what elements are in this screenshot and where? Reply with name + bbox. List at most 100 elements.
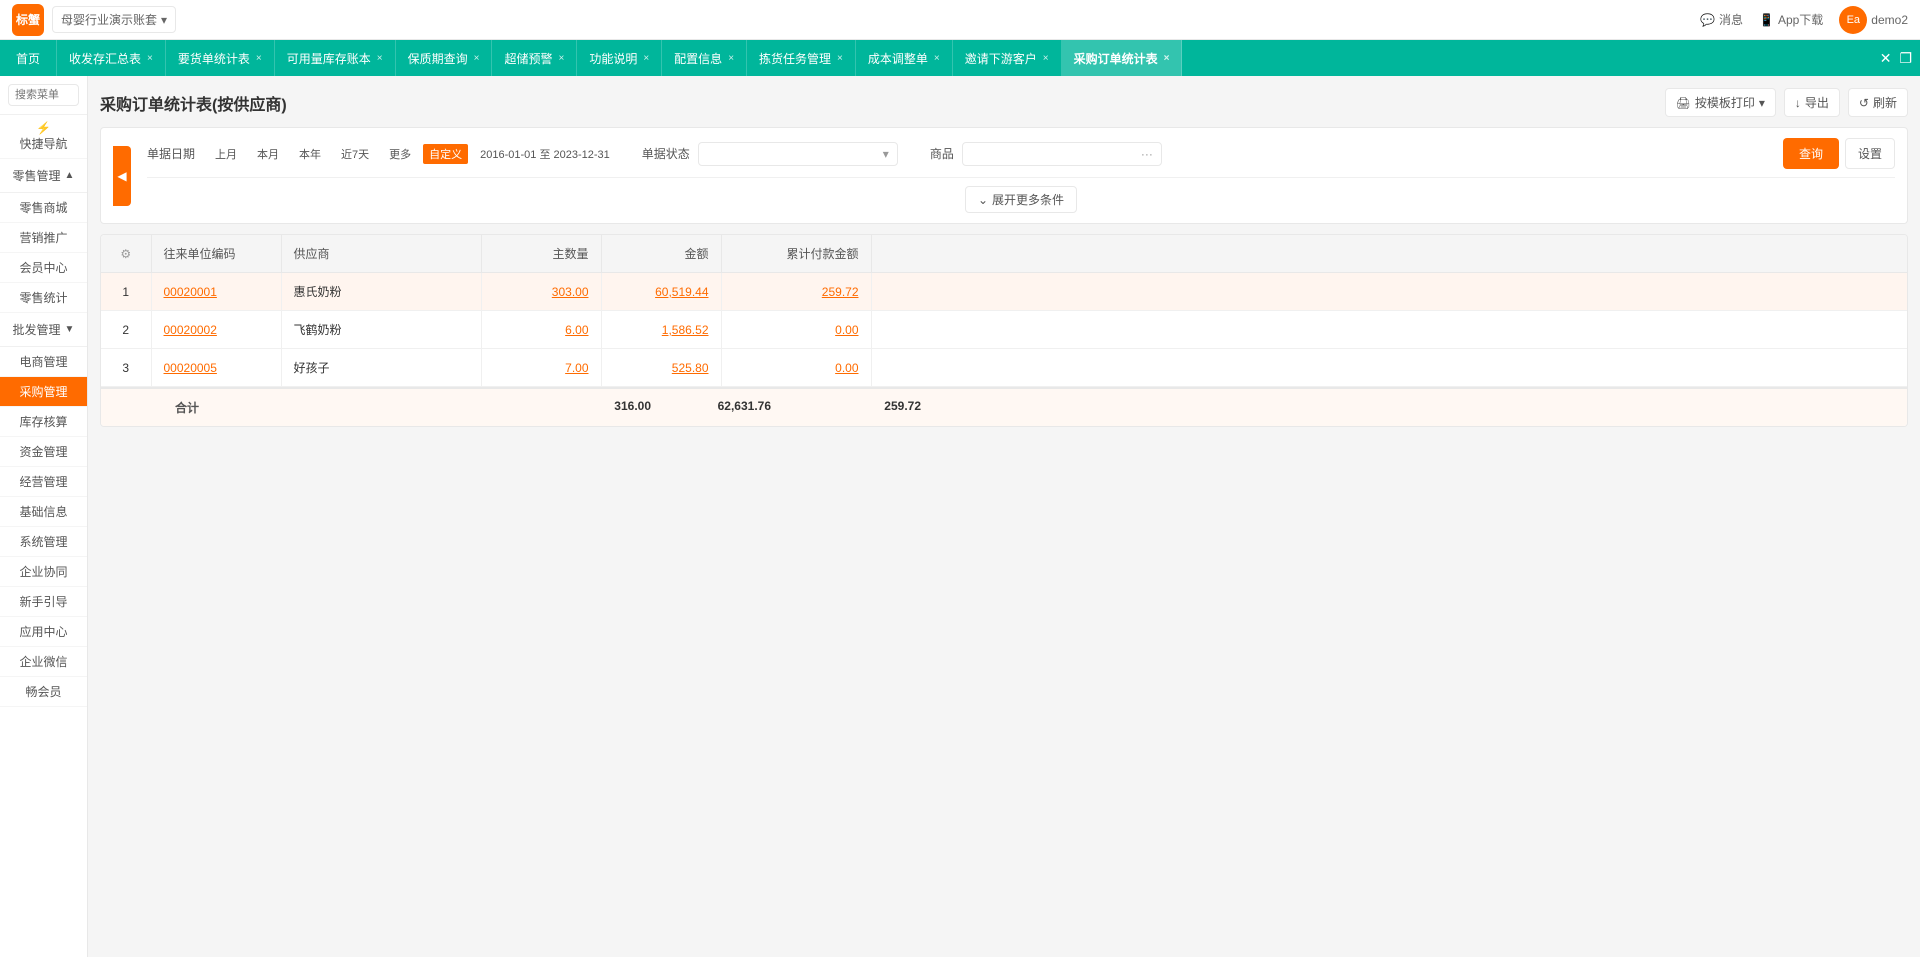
footer-label: 合计 [163, 399, 543, 416]
sidebar-item-inventory-check[interactable]: 库存核算 [0, 407, 87, 437]
amount-link-1[interactable]: 1,586.52 [662, 323, 709, 337]
tab-function-desc-close[interactable]: × [643, 53, 649, 64]
btn-query[interactable]: 查询 [1783, 138, 1839, 169]
tab-receive-summary-close[interactable]: × [147, 53, 153, 64]
date-custom-badge[interactable]: 自定义 [423, 144, 468, 164]
cell-paid-1: 0.00 [721, 311, 871, 349]
amount-link-0[interactable]: 60,519.44 [655, 285, 708, 299]
sidebar-item-quick-nav[interactable]: ⚡ 快捷导航 [0, 115, 87, 159]
tab-picking-tasks-close[interactable]: × [837, 53, 843, 64]
page-header: 采购订单统计表(按供应商) 🖨 按模板打印 ▾ ↓ 导出 ↺ 刷新 [100, 88, 1908, 117]
print-dropdown-icon: ▾ [1759, 96, 1765, 110]
sidebar-item-ecommerce-mgmt[interactable]: 电商管理 [0, 347, 87, 377]
tab-function-desc[interactable]: 功能说明 × [577, 40, 662, 76]
code-link-1[interactable]: 00020002 [164, 323, 217, 337]
sidebar-item-new-guide[interactable]: 新手引导 [0, 587, 87, 617]
cell-code-0: 00020001 [151, 273, 281, 311]
sidebar-item-purchase-mgmt[interactable]: 采购管理 [0, 377, 87, 407]
sidebar-item-app-center[interactable]: 应用中心 [0, 617, 87, 647]
sidebar-item-retail-stats[interactable]: 零售统计 [0, 283, 87, 313]
tab-overstock-warning[interactable]: 超储预警 × [492, 40, 577, 76]
cell-seq-2: 3 [101, 349, 151, 387]
paid-link-1[interactable]: 0.00 [835, 323, 858, 337]
tab-restore-icon[interactable]: ❐ [1899, 50, 1912, 67]
sidebar-item-operation-mgmt[interactable]: 经营管理 [0, 467, 87, 497]
tab-picking-tasks[interactable]: 拣货任务管理 × [747, 40, 856, 76]
product-label: 商品 [930, 145, 954, 162]
btn-template-print[interactable]: 🖨 按模板打印 ▾ [1665, 88, 1776, 117]
sidebar-item-marketing[interactable]: 营销推广 [0, 223, 87, 253]
tab-overstock-warning-close[interactable]: × [558, 53, 564, 64]
date-shortcut-this-month[interactable]: 本月 [249, 144, 287, 164]
sidebar-item-retail-store[interactable]: 零售商城 [0, 193, 87, 223]
btn-settings[interactable]: 设置 [1845, 138, 1895, 169]
tab-warranty-query-close[interactable]: × [474, 53, 480, 64]
table-row: 1 00020001 惠氏奶粉 303.00 60,519.44 259.72 [101, 273, 1907, 311]
sidebar-item-enterprise-wechat[interactable]: 企业微信 [0, 647, 87, 677]
amount-link-2[interactable]: 525.80 [672, 361, 709, 375]
page-title: 采购订单统计表(按供应商) [100, 91, 287, 115]
tab-config-info[interactable]: 配置信息 × [662, 40, 747, 76]
sidebar-item-wholesale-mgmt[interactable]: 批发管理 ▼ [0, 313, 87, 347]
message-btn[interactable]: 💬 消息 [1700, 11, 1743, 28]
filter-collapse-btn[interactable]: ◀ [113, 146, 131, 206]
sidebar-item-member-center[interactable]: 会员中心 [0, 253, 87, 283]
tab-purchase-stat-close[interactable]: × [1164, 53, 1170, 64]
sidebar-item-system-mgmt[interactable]: 系统管理 [0, 527, 87, 557]
sidebar-item-basic-info[interactable]: 基础信息 [0, 497, 87, 527]
user-area[interactable]: Ea demo2 [1839, 6, 1908, 34]
logo-text: 标蟹 [16, 11, 40, 28]
tab-home[interactable]: 首页 [0, 40, 57, 76]
btn-expand-more[interactable]: ⌄ 展开更多条件 [965, 186, 1077, 213]
table-row: 3 00020005 好孩子 7.00 525.80 0.00 [101, 349, 1907, 387]
export-icon: ↓ [1795, 96, 1801, 110]
date-shortcut-more[interactable]: 更多 [381, 144, 419, 164]
sidebar-item-finance-mgmt[interactable]: 资金管理 [0, 437, 87, 467]
tab-purchase-stat[interactable]: 采购订单统计表 × [1062, 40, 1183, 76]
tab-available-stock[interactable]: 可用量库存账本 × [275, 40, 396, 76]
tab-available-stock-close[interactable]: × [377, 53, 383, 64]
tab-receive-summary[interactable]: 收发存汇总表 × [57, 40, 166, 76]
sidebar-item-retail-mgmt[interactable]: 零售管理 ▲ [0, 159, 87, 193]
paid-link-2[interactable]: 0.00 [835, 361, 858, 375]
sidebar-item-member-points[interactable]: 畅会员 [0, 677, 87, 707]
date-shortcut-this-year[interactable]: 本年 [291, 144, 329, 164]
gear-settings-icon[interactable]: ⚙ [120, 247, 131, 261]
cell-supplier-0: 惠氏奶粉 [281, 273, 481, 311]
code-link-0[interactable]: 00020001 [164, 285, 217, 299]
btn-export[interactable]: ↓ 导出 [1784, 88, 1840, 117]
tab-invite-downstream[interactable]: 邀请下游客户 × [953, 40, 1062, 76]
tab-close-all-icon[interactable]: ✕ [1880, 50, 1892, 67]
code-link-2[interactable]: 00020005 [164, 361, 217, 375]
tab-config-info-close[interactable]: × [728, 53, 734, 64]
product-input[interactable]: ··· [962, 142, 1162, 166]
qty-link-2[interactable]: 7.00 [565, 361, 588, 375]
paid-link-0[interactable]: 259.72 [822, 285, 859, 299]
cell-seq-0: 1 [101, 273, 151, 311]
btn-refresh[interactable]: ↺ 刷新 [1848, 88, 1908, 117]
search-input[interactable] [8, 84, 79, 106]
cell-amount-1: 1,586.52 [601, 311, 721, 349]
qty-link-1[interactable]: 6.00 [565, 323, 588, 337]
qty-link-0[interactable]: 303.00 [552, 285, 589, 299]
col-header-code: 往来单位编码 [151, 235, 281, 273]
tab-warranty-query[interactable]: 保质期查询 × [396, 40, 493, 76]
wholesale-mgmt-label: 批发管理 [13, 321, 61, 338]
tab-cost-adjust-close[interactable]: × [934, 53, 940, 64]
tab-order-summary[interactable]: 要货单统计表 × [166, 40, 275, 76]
tab-cost-adjust[interactable]: 成本调整单 × [856, 40, 953, 76]
workspace-selector[interactable]: 母婴行业演示账套 ▾ [52, 6, 176, 33]
tab-order-summary-close[interactable]: × [256, 53, 262, 64]
date-label: 单据日期 [147, 145, 195, 162]
tab-invite-downstream-close[interactable]: × [1043, 53, 1049, 64]
product-more-icon[interactable]: ··· [1141, 147, 1153, 161]
date-shortcut-last-month[interactable]: 上月 [207, 144, 245, 164]
app-download-btn[interactable]: 📱 App下载 [1759, 11, 1823, 28]
tab-home-label: 首页 [16, 50, 40, 67]
table-header-row: ⚙ 往来单位编码 供应商 主数量 金额 累计付款金额 [101, 235, 1907, 273]
table-row: 2 00020002 飞鹤奶粉 6.00 1,586.52 0.00 [101, 311, 1907, 349]
sidebar-item-enterprise-coop[interactable]: 企业协同 [0, 557, 87, 587]
status-select[interactable]: ▾ [698, 142, 898, 166]
date-shortcut-7days[interactable]: 近7天 [333, 144, 377, 164]
cell-qty-1: 6.00 [481, 311, 601, 349]
